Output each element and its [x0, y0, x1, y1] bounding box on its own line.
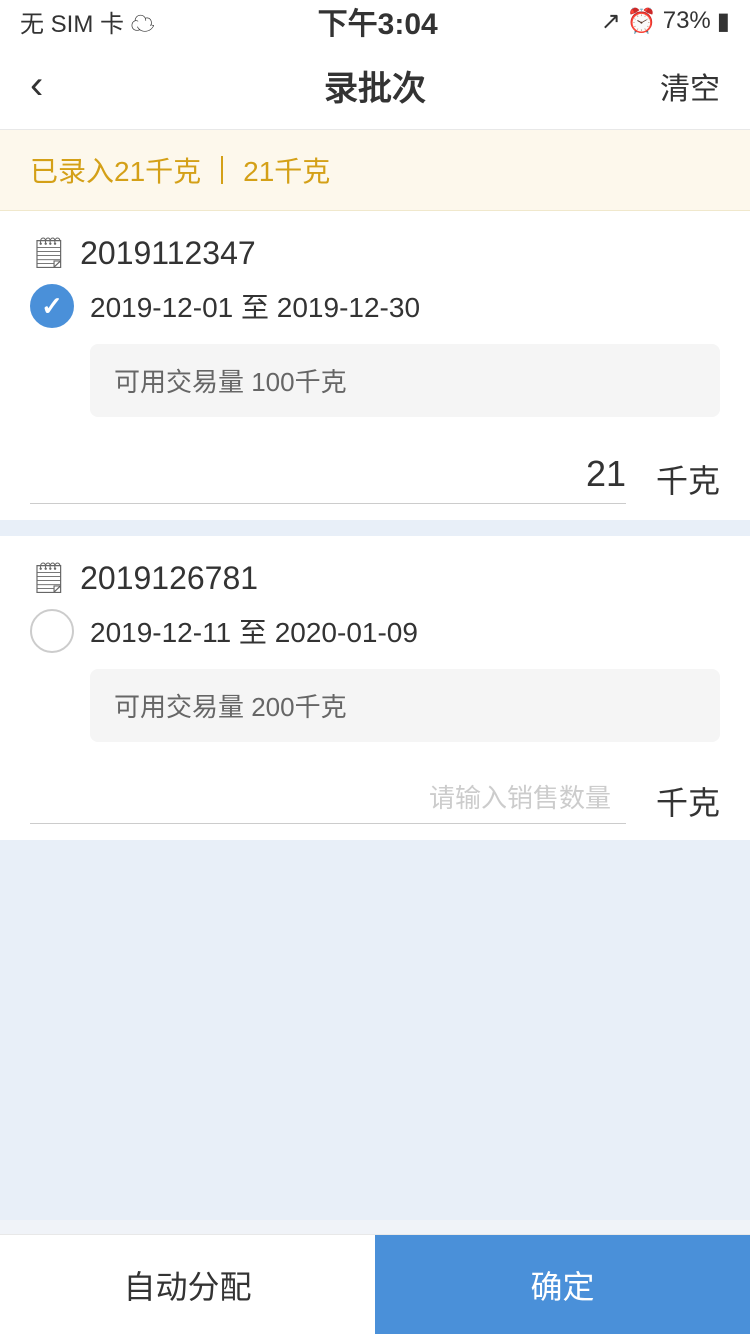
- no-sim-text: 无 SIM 卡 ☁: [20, 4, 155, 39]
- batch-header-2: 🗒 2019126781: [30, 560, 720, 597]
- location-icon: ↗: [601, 7, 621, 36]
- batch-id-icon-2: 🗒: [30, 561, 68, 596]
- status-bar: 无 SIM 卡 ☁ 下午3:04 ↗ ⏰ 73% ▮: [0, 0, 750, 42]
- quantity-input-2[interactable]: [426, 778, 626, 815]
- batch-id-text-2: 2019126781: [80, 560, 258, 597]
- avail-box-1: 可用交易量 100千克: [90, 344, 720, 417]
- back-button[interactable]: ‹: [30, 63, 90, 108]
- quantity-row-1: 21 千克: [0, 437, 750, 520]
- battery-text: 73%: [663, 7, 711, 35]
- batch-date-row-1: 2019-12-01 至 2019-12-30: [30, 284, 720, 328]
- batch-item-1: 🗒 2019112347 2019-12-01 至 2019-12-30 可用交…: [0, 211, 750, 417]
- radio-button-1[interactable]: [30, 284, 74, 328]
- page-title: 录批次: [324, 61, 426, 110]
- nav-bar: ‹ 录批次 清空: [0, 42, 750, 130]
- blue-separator-1: [0, 520, 750, 536]
- summary-divider: [221, 156, 223, 184]
- quantity-input-wrapper-1: 21: [30, 453, 626, 504]
- batch-header-1: 🗒 2019112347: [30, 235, 720, 272]
- summary-value: 21千克: [243, 150, 330, 190]
- status-time: 下午3:04: [318, 0, 438, 43]
- status-right: ↗ ⏰ 73% ▮: [601, 7, 730, 36]
- batch-date-2: 2019-12-11 至 2020-01-09: [90, 611, 418, 651]
- quantity-unit-2: 千克: [656, 778, 720, 824]
- batch-date-1: 2019-12-01 至 2019-12-30: [90, 286, 420, 326]
- radio-button-2[interactable]: [30, 609, 74, 653]
- alarm-icon: ⏰: [627, 7, 657, 36]
- summary-label: 已录入21千克: [30, 150, 201, 190]
- status-left: 无 SIM 卡 ☁: [20, 4, 155, 39]
- empty-area: [0, 840, 750, 1220]
- clear-button[interactable]: 清空: [660, 64, 720, 108]
- avail-box-2: 可用交易量 200千克: [90, 669, 720, 742]
- auto-distribute-button[interactable]: 自动分配: [0, 1235, 375, 1334]
- battery-icon: ▮: [717, 7, 730, 36]
- quantity-unit-1: 千克: [656, 456, 720, 502]
- quantity-value-1: 21: [586, 453, 626, 495]
- confirm-button[interactable]: 确定: [375, 1235, 750, 1334]
- batch-id-icon-1: 🗒: [30, 236, 68, 271]
- batch-item-2: 🗒 2019126781 2019-12-11 至 2020-01-09 可用交…: [0, 536, 750, 742]
- batch-section-2: 🗒 2019126781 2019-12-11 至 2020-01-09 可用交…: [0, 536, 750, 840]
- bottom-bar: 自动分配 确定: [0, 1234, 750, 1334]
- batch-section-1: 🗒 2019112347 2019-12-01 至 2019-12-30 可用交…: [0, 211, 750, 520]
- summary-banner: 已录入21千克 21千克: [0, 130, 750, 211]
- quantity-input-wrapper-2[interactable]: [30, 778, 626, 824]
- quantity-row-2: 千克: [0, 762, 750, 840]
- main-content: 已录入21千克 21千克 🗒 2019112347 2019-12-01 至 2…: [0, 130, 750, 1320]
- batch-date-row-2: 2019-12-11 至 2020-01-09: [30, 609, 720, 653]
- batch-id-text-1: 2019112347: [80, 235, 256, 272]
